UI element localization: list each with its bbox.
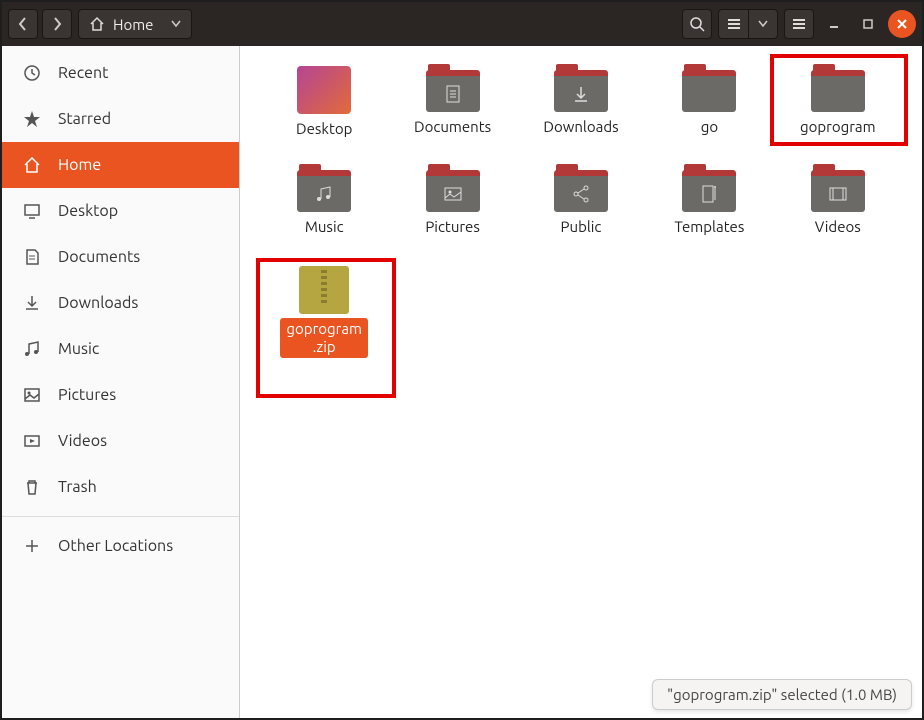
file-item-documents[interactable]: Documents — [388, 62, 516, 162]
file-item-goprogram[interactable]: goprogram — [774, 62, 902, 162]
file-label: Pictures — [419, 216, 486, 238]
home-icon — [89, 16, 105, 32]
file-item-music[interactable]: Music — [260, 162, 388, 262]
folder-icon — [554, 70, 608, 112]
videos-icon — [22, 432, 42, 450]
file-label: Public — [555, 216, 608, 238]
music-icon — [22, 340, 42, 358]
back-button[interactable] — [8, 9, 38, 39]
desktop-icon — [22, 202, 42, 220]
file-item-goprogram-zip[interactable]: goprogram.zip — [260, 262, 388, 362]
folder-icon — [426, 170, 480, 212]
file-label: Videos — [809, 216, 867, 238]
sidebar-item-starred[interactable]: Starred — [2, 96, 239, 142]
documents-icon — [22, 248, 42, 266]
file-label: Downloads — [537, 116, 624, 138]
file-label: Desktop — [290, 118, 358, 140]
close-button[interactable] — [888, 10, 916, 38]
home-icon — [22, 156, 42, 174]
status-bar: "goprogram.zip" selected (1.0 MB) — [652, 679, 912, 710]
sidebar-item-music[interactable]: Music — [2, 326, 239, 372]
sidebar-item-label: Home — [58, 156, 101, 174]
file-label: goprogram — [794, 116, 882, 138]
sidebar-item-label: Documents — [58, 248, 140, 266]
trash-icon — [22, 478, 42, 496]
sidebar-item-recent[interactable]: Recent — [2, 50, 239, 96]
status-text: "goprogram.zip" selected (1.0 MB) — [667, 686, 897, 703]
file-item-desktop[interactable]: Desktop — [260, 62, 388, 162]
file-item-go[interactable]: go — [645, 62, 773, 162]
desktop-icon — [297, 66, 351, 114]
path-label: Home — [113, 16, 153, 33]
folder-icon — [682, 70, 736, 112]
sidebar-item-label: Downloads — [58, 294, 138, 312]
file-item-pictures[interactable]: Pictures — [388, 162, 516, 262]
sidebar-other-locations[interactable]: Other Locations — [2, 523, 239, 569]
pathbar[interactable]: Home — [78, 9, 192, 39]
sidebar-item-trash[interactable]: Trash — [2, 464, 239, 510]
sidebar-item-pictures[interactable]: Pictures — [2, 372, 239, 418]
list-view-button[interactable] — [718, 9, 748, 39]
folder-icon — [811, 170, 865, 212]
file-item-downloads[interactable]: Downloads — [517, 62, 645, 162]
folder-icon — [426, 70, 480, 112]
minimize-button[interactable] — [820, 10, 848, 38]
file-item-videos[interactable]: Videos — [774, 162, 902, 262]
sidebar-item-videos[interactable]: Videos — [2, 418, 239, 464]
sidebar-item-desktop[interactable]: Desktop — [2, 188, 239, 234]
maximize-button[interactable] — [854, 10, 882, 38]
sidebar-item-label: Desktop — [58, 202, 118, 220]
file-label: Music — [299, 216, 350, 238]
pictures-icon — [22, 386, 42, 404]
sidebar-item-home[interactable]: Home — [2, 142, 239, 188]
hamburger-menu-button[interactable] — [784, 9, 814, 39]
file-grid: Desktop Documents Downloads go goprogram Musi… — [240, 46, 922, 718]
sidebar-item-label: Videos — [58, 432, 107, 450]
file-label: Templates — [668, 216, 750, 238]
file-item-public[interactable]: Public — [517, 162, 645, 262]
star-icon — [22, 110, 42, 128]
titlebar: Home — [2, 2, 922, 46]
forward-button[interactable] — [42, 9, 72, 39]
sidebar-item-label: Trash — [58, 478, 97, 496]
sidebar-item-label: Starred — [58, 110, 111, 128]
file-label: go — [695, 116, 724, 138]
sidebar-item-label: Music — [58, 340, 99, 358]
file-label: goprogram.zip — [280, 318, 368, 358]
folder-icon — [297, 170, 351, 212]
view-options-button[interactable] — [748, 9, 778, 39]
search-button[interactable] — [682, 9, 712, 39]
chevron-down-icon — [171, 20, 181, 28]
downloads-icon — [22, 294, 42, 312]
sidebar: Recent Starred Home Desktop Documents Downloa… — [2, 46, 240, 718]
folder-icon — [682, 170, 736, 212]
folder-icon — [554, 170, 608, 212]
sidebar-item-label: Pictures — [58, 386, 116, 404]
clock-icon — [22, 64, 42, 82]
file-item-templates[interactable]: Templates — [645, 162, 773, 262]
plus-icon — [22, 537, 42, 555]
sidebar-item-documents[interactable]: Documents — [2, 234, 239, 280]
sidebar-item-label: Recent — [58, 64, 108, 82]
archive-icon — [299, 266, 349, 314]
file-label: Documents — [408, 116, 497, 138]
folder-icon — [811, 70, 865, 112]
sidebar-item-label: Other Locations — [58, 537, 173, 555]
sidebar-item-downloads[interactable]: Downloads — [2, 280, 239, 326]
